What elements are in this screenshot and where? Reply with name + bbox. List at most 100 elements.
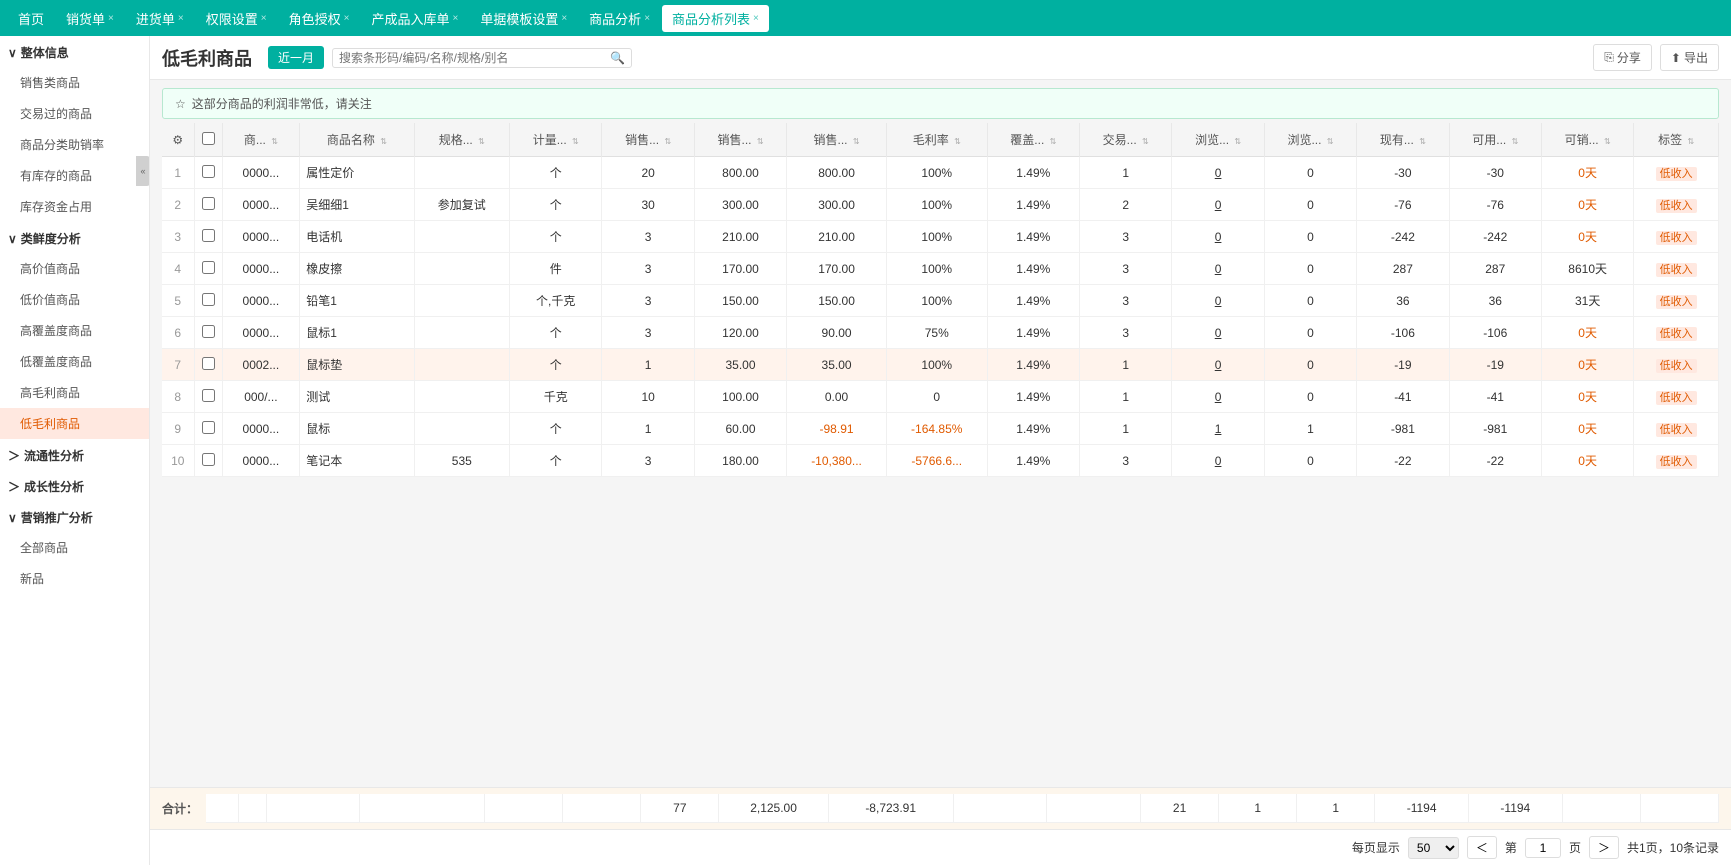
sidebar-section-growth[interactable]: ＞ 成长性分析 [0,470,149,501]
nav-product-analysis[interactable]: 商品分析 × [579,5,660,32]
col-coverage[interactable]: 覆盖... ⇅ [987,123,1079,157]
row-check-3[interactable] [202,261,215,274]
sidebar-item-new-goods[interactable]: 新品 [0,563,149,594]
nav-analysis-list[interactable]: 商品分析列表 × [662,5,769,32]
row-browse1-7[interactable]: 0 [1172,381,1264,413]
row-checkbox-3[interactable] [194,253,222,285]
sidebar-section-overall[interactable]: ∨ 整体信息 [0,36,149,67]
close-sales-icon[interactable]: × [108,13,114,24]
row-margin-1: 100% [886,189,987,221]
sidebar-item-sales-goods[interactable]: 销售类商品 [0,67,149,98]
close-inbound-icon[interactable]: × [452,13,458,24]
row-checkbox-9[interactable] [194,445,222,477]
col-code[interactable]: 商... ⇅ [222,123,300,157]
sidebar-item-high-coverage[interactable]: 高覆盖度商品 [0,315,149,346]
nav-product-inbound[interactable]: 产成品入库单 × [361,5,468,32]
select-all-checkbox[interactable] [202,132,215,145]
close-role-icon[interactable]: × [344,13,350,24]
col-spec[interactable]: 规格... ⇅ [414,123,509,157]
sidebar-item-low-margin[interactable]: 低毛利商品 [0,408,149,439]
row-check-4[interactable] [202,293,215,306]
nav-home[interactable]: 首页 [8,5,54,32]
page-number-input[interactable] [1525,838,1561,858]
col-tag[interactable]: 标签 ⇅ [1634,123,1719,157]
row-checkbox-8[interactable] [194,413,222,445]
nav-template[interactable]: 单据模板设置 × [470,5,577,32]
row-check-9[interactable] [202,453,215,466]
row-browse1-2[interactable]: 0 [1172,221,1264,253]
row-checkbox-6[interactable] [194,349,222,381]
close-analysis-list-icon[interactable]: × [753,13,759,24]
col-available[interactable]: 可用... ⇅ [1449,123,1541,157]
col-settings[interactable]: ⚙ [162,123,194,157]
row-checkbox-1[interactable] [194,189,222,221]
sidebar-collapse-button[interactable]: « [136,156,150,186]
row-browse1-5[interactable]: 0 [1172,317,1264,349]
row-checkbox-5[interactable] [194,317,222,349]
next-page-button[interactable]: ＞ [1589,836,1619,859]
row-browse1-8[interactable]: 1 [1172,413,1264,445]
row-check-7[interactable] [202,389,215,402]
row-check-5[interactable] [202,325,215,338]
row-tag-7: 低收入 [1634,381,1719,413]
row-check-2[interactable] [202,229,215,242]
col-trade[interactable]: 交易... ⇅ [1080,123,1172,157]
sidebar-item-low-value[interactable]: 低价值商品 [0,284,149,315]
row-checkbox-4[interactable] [194,285,222,317]
export-button[interactable]: ⬆ 导出 [1660,44,1719,71]
sidebar-item-category-rate[interactable]: 商品分类助销率 [0,129,149,160]
col-sales-count[interactable]: 销售... ⇅ [602,123,694,157]
row-browse1-0[interactable]: 0 [1172,157,1264,189]
row-code-2: 0000... [222,221,300,253]
search-icon[interactable]: 🔍 [610,51,625,65]
sidebar-item-capital[interactable]: 库存资金占用 [0,191,149,222]
sidebar-section-marketing[interactable]: ∨ 营销推广分析 [0,501,149,532]
nav-role-auth[interactable]: 角色授权 × [279,5,360,32]
prev-page-button[interactable]: ＜ [1467,836,1497,859]
row-check-6[interactable] [202,357,215,370]
col-sales-price[interactable]: 销售... ⇅ [694,123,786,157]
row-check-8[interactable] [202,421,215,434]
col-gross-margin[interactable]: 毛利率 ⇅ [886,123,987,157]
close-permission-icon[interactable]: × [261,13,267,24]
col-sellable[interactable]: 可销... ⇅ [1541,123,1633,157]
sidebar-item-low-coverage[interactable]: 低覆盖度商品 [0,346,149,377]
col-sales-profit[interactable]: 销售... ⇅ [787,123,887,157]
row-browse1-9[interactable]: 0 [1172,445,1264,477]
nav-purchase-order[interactable]: 进货单 × [126,5,194,32]
row-browse1-1[interactable]: 0 [1172,189,1264,221]
row-trade-1: 2 [1080,189,1172,221]
col-current-stock[interactable]: 现有... ⇅ [1357,123,1449,157]
sidebar-section-freshness[interactable]: ∨ 类鲜度分析 [0,222,149,253]
row-browse1-4[interactable]: 0 [1172,285,1264,317]
table-row: 5 0000... 铅笔1 个,千克 3 150.00 150.00 100% … [162,285,1719,317]
nav-permission[interactable]: 权限设置 × [196,5,277,32]
sidebar-item-stock-goods[interactable]: 有库存的商品 [0,160,149,191]
filter-recent-month-button[interactable]: 近一月 [268,46,324,69]
col-unit[interactable]: 计量... ⇅ [510,123,602,157]
row-checkbox-0[interactable] [194,157,222,189]
row-browse1-3[interactable]: 0 [1172,253,1264,285]
row-check-0[interactable] [202,165,215,178]
nav-sales-order[interactable]: 销货单 × [56,5,124,32]
sidebar-item-all-goods[interactable]: 全部商品 [0,532,149,563]
per-page-select[interactable]: 50 100 200 [1408,837,1459,859]
row-code-5: 0000... [222,317,300,349]
col-name[interactable]: 商品名称 ⇅ [300,123,414,157]
share-button[interactable]: ⎘ 分享 [1593,44,1652,71]
search-input[interactable] [339,51,610,65]
col-browse1[interactable]: 浏览... ⇅ [1172,123,1264,157]
row-check-1[interactable] [202,197,215,210]
close-purchase-icon[interactable]: × [178,13,184,24]
col-browse2[interactable]: 浏览... ⇅ [1264,123,1356,157]
sidebar-item-high-value[interactable]: 高价值商品 [0,253,149,284]
close-template-icon[interactable]: × [561,13,567,24]
row-checkbox-2[interactable] [194,221,222,253]
close-analysis-icon[interactable]: × [644,13,650,24]
sidebar-item-traded-goods[interactable]: 交易过的商品 [0,98,149,129]
sidebar-item-high-margin[interactable]: 高毛利商品 [0,377,149,408]
row-checkbox-7[interactable] [194,381,222,413]
col-checkbox[interactable] [194,123,222,157]
sidebar-section-flow[interactable]: ＞ 流通性分析 [0,439,149,470]
row-browse1-6[interactable]: 0 [1172,349,1264,381]
